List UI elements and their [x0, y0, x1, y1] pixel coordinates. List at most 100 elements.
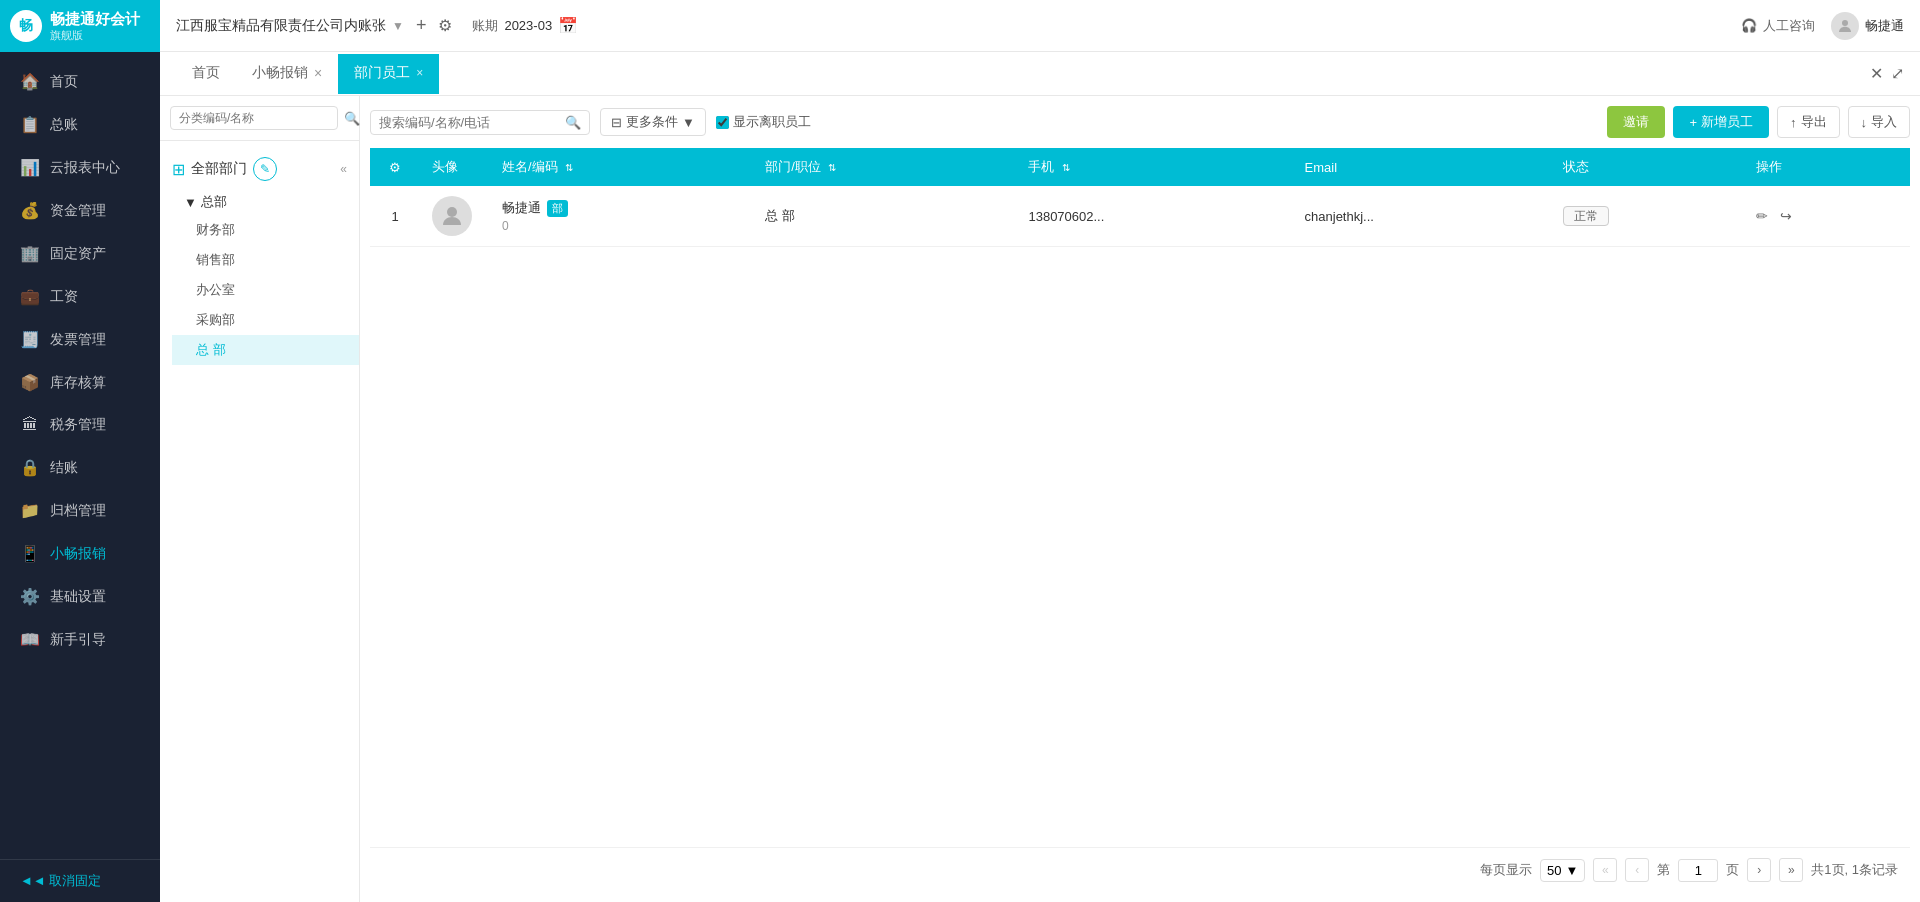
total-info: 共1页, 1条记录	[1811, 861, 1898, 879]
dept-group-name: 总部	[201, 193, 227, 211]
dept-item-headquarters[interactable]: 总 部	[172, 335, 359, 365]
tab-dept[interactable]: 部门员工 ×	[338, 54, 439, 94]
sidebar-item-ledger[interactable]: 📋 总账	[0, 103, 160, 146]
tab-expand-btn[interactable]: ⤢	[1891, 64, 1904, 83]
company-name: 江西服宝精品有限责任公司内账张	[176, 17, 386, 35]
dept-all-item[interactable]: ⊞ 全部部门 ✎ «	[160, 149, 359, 189]
table-row: 1 畅捷通 部	[370, 186, 1910, 247]
sidebar-label-home: 首页	[50, 73, 78, 91]
edit-employee-button[interactable]: ✏	[1756, 208, 1768, 224]
table-header-row: ⚙ 头像 姓名/编码 ⇅ 部门/职位 ⇅ 手机 ⇅ Email 状态 操作	[370, 148, 1910, 186]
import-button[interactable]: ↓ 导入	[1848, 106, 1911, 138]
sidebar-item-assets[interactable]: 🏢 固定资产	[0, 232, 160, 275]
col-gear[interactable]: ⚙	[370, 148, 420, 186]
salary-icon: 💼	[20, 287, 40, 306]
sidebar-item-reports[interactable]: 📊 云报表中心	[0, 146, 160, 189]
sidebar-item-settings[interactable]: ⚙️ 基础设置	[0, 575, 160, 618]
dept-search-input[interactable]	[170, 106, 338, 130]
tab-close-btn[interactable]: ✕	[1870, 64, 1883, 83]
sidebar-label-close: 结账	[50, 459, 78, 477]
col-name[interactable]: 姓名/编码 ⇅	[490, 148, 753, 186]
sidebar-label-archive: 归档管理	[50, 502, 106, 520]
row-index: 1	[370, 186, 420, 247]
sidebar-item-salary[interactable]: 💼 工资	[0, 275, 160, 318]
last-page-button[interactable]: »	[1779, 858, 1803, 882]
sidebar-item-invoice[interactable]: 🧾 发票管理	[0, 318, 160, 361]
username: 畅捷通	[1865, 17, 1904, 35]
dept-tree: ⊞ 全部部门 ✎ « ▼ 总部 财务部 销售部 办公室 采购部 总 部	[160, 141, 359, 902]
svg-point-1	[447, 207, 457, 217]
next-page-button[interactable]: ›	[1747, 858, 1771, 882]
calendar-icon[interactable]: 📅	[558, 16, 578, 35]
sidebar-item-expense[interactable]: 📱 小畅报销	[0, 532, 160, 575]
reports-icon: 📊	[20, 158, 40, 177]
sidebar-item-tax[interactable]: 🏛 税务管理	[0, 404, 160, 446]
home-icon: 🏠	[20, 72, 40, 91]
dept-edit-button[interactable]: ✎	[253, 157, 277, 181]
page-label: 页	[1726, 861, 1739, 879]
sidebar-item-inventory[interactable]: 📦 库存核算	[0, 361, 160, 404]
dept-item-finance[interactable]: 财务部	[172, 215, 359, 245]
employee-status: 正常	[1563, 206, 1609, 226]
col-status: 状态	[1551, 148, 1744, 186]
tabs-bar: 首页 小畅报销 × 部门员工 × ✕ ⤢	[160, 52, 1920, 96]
sidebar-pin-toggle[interactable]: ◄◄ 取消固定	[0, 859, 160, 902]
employee-table: ⚙ 头像 姓名/编码 ⇅ 部门/职位 ⇅ 手机 ⇅ Email 状态 操作 1	[370, 148, 1910, 247]
emp-search-input[interactable]	[379, 115, 559, 130]
dept-item-purchase[interactable]: 采购部	[172, 305, 359, 335]
sidebar-item-archive[interactable]: 📁 归档管理	[0, 489, 160, 532]
page-number-input[interactable]	[1678, 859, 1718, 882]
col-actions: 操作	[1744, 148, 1910, 186]
dept-item-office[interactable]: 办公室	[172, 275, 359, 305]
dept-item-sales[interactable]: 销售部	[172, 245, 359, 275]
logout-employee-button[interactable]: ↪	[1780, 208, 1792, 224]
emp-search-icon[interactable]: 🔍	[565, 115, 581, 130]
prev-page-button[interactable]: ‹	[1625, 858, 1649, 882]
tab-home[interactable]: 首页	[176, 54, 236, 94]
col-phone[interactable]: 手机 ⇅	[1016, 148, 1292, 186]
employee-name: 畅捷通	[502, 199, 541, 217]
show-resigned-checkbox[interactable]	[716, 116, 729, 129]
first-page-button[interactable]: «	[1593, 858, 1617, 882]
dept-collapse-btn[interactable]: «	[340, 162, 347, 176]
emp-filter-btn[interactable]: ⊟ 更多条件 ▼	[600, 108, 706, 136]
logo-text: 畅捷通好会计	[50, 10, 140, 28]
sidebar-item-fund[interactable]: 💰 资金管理	[0, 189, 160, 232]
dept-group-general: ▼ 总部 财务部 销售部 办公室 采购部 总 部	[160, 189, 359, 365]
row-phone-cell: 138070602...	[1016, 186, 1292, 247]
topbar-period: 账期 2023-03 📅	[472, 16, 578, 35]
row-status-cell: 正常	[1551, 186, 1744, 247]
sidebar-item-guide[interactable]: 📖 新手引导	[0, 618, 160, 661]
service-button[interactable]: 🎧 人工咨询	[1741, 17, 1815, 35]
col-dept[interactable]: 部门/职位 ⇅	[753, 148, 1016, 186]
tab-expense-close[interactable]: ×	[314, 65, 322, 81]
tab-dept-close[interactable]: ×	[416, 66, 423, 80]
dept-search-icon[interactable]: 🔍	[344, 111, 360, 126]
export-button[interactable]: ↑ 导出	[1777, 106, 1840, 138]
dept-search-bar: 🔍	[160, 96, 359, 141]
topbar-add-button[interactable]: +	[416, 15, 427, 36]
employee-dept-badge: 部	[547, 200, 568, 217]
employee-email: chanjethkj...	[1305, 209, 1374, 224]
topbar-company[interactable]: 江西服宝精品有限责任公司内账张 ▼	[176, 17, 404, 35]
row-name-cell: 畅捷通 部 0	[490, 186, 753, 247]
user-menu[interactable]: 畅捷通	[1831, 12, 1904, 40]
topbar: 江西服宝精品有限责任公司内账张 ▼ + ⚙ 账期 2023-03 📅 🎧 人工咨…	[160, 0, 1920, 52]
add-icon: +	[1689, 115, 1697, 130]
sidebar-label-salary: 工资	[50, 288, 78, 306]
add-employee-button[interactable]: + 新增员工	[1673, 106, 1769, 138]
sidebar-item-home[interactable]: 🏠 首页	[0, 60, 160, 103]
emp-search-bar: 🔍	[370, 110, 590, 135]
sidebar-item-close[interactable]: 🔒 结账	[0, 446, 160, 489]
assets-icon: 🏢	[20, 244, 40, 263]
show-resigned-label: 显示离职员工	[733, 113, 811, 131]
invite-button[interactable]: 邀请	[1607, 106, 1665, 138]
tab-expense[interactable]: 小畅报销 ×	[236, 54, 338, 94]
emp-show-resigned-toggle[interactable]: 显示离职员工	[716, 113, 811, 131]
employee-avatar	[432, 196, 472, 236]
sidebar-label-invoice: 发票管理	[50, 331, 106, 349]
dept-all-label: 全部部门	[191, 160, 247, 178]
page-size-select[interactable]: 50 ▼	[1540, 859, 1585, 882]
sidebar-label-settings: 基础设置	[50, 588, 106, 606]
topbar-settings-icon[interactable]: ⚙	[438, 16, 452, 35]
